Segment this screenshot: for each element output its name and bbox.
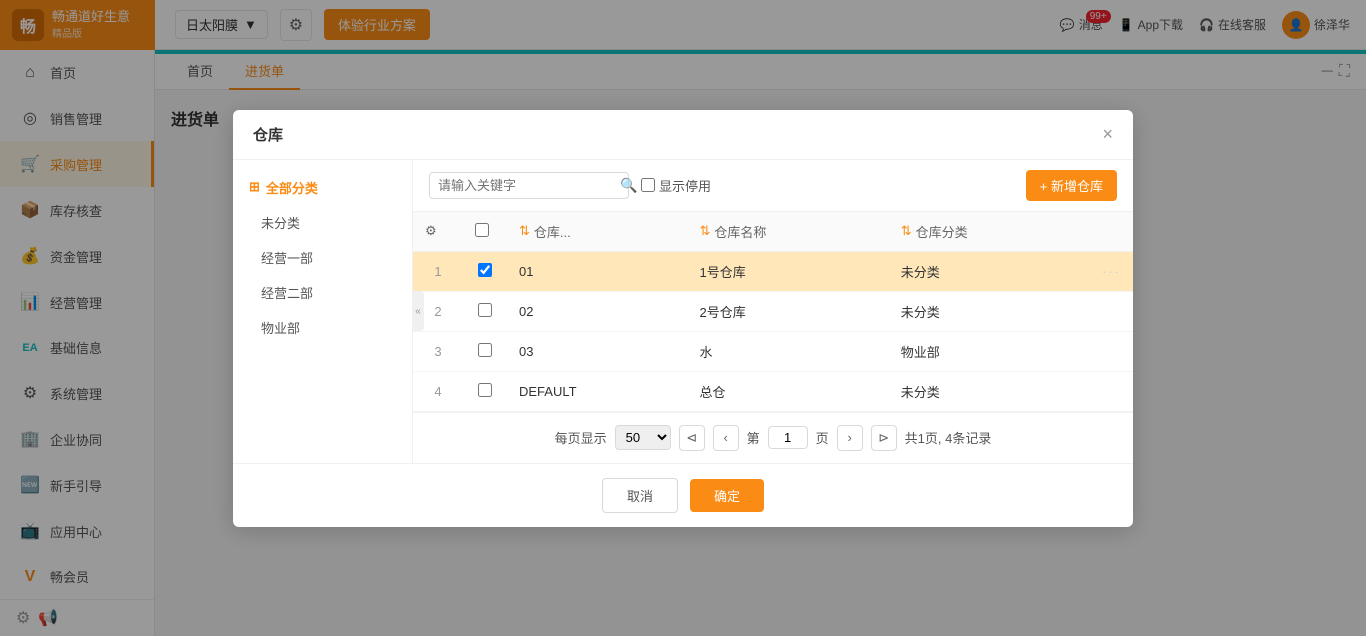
col-code-label: 仓库... — [534, 222, 571, 241]
search-input[interactable] — [438, 178, 614, 193]
col-category-label: 仓库分类 — [916, 222, 968, 241]
row-num: 3 — [413, 331, 463, 371]
warehouse-dialog: 仓库 × ⊞ 全部分类 未分类 经营一部 经营二部 物业部 — [233, 110, 1133, 527]
dialog-close-button[interactable]: × — [1102, 125, 1113, 143]
col-name-label: 仓库名称 — [714, 222, 766, 241]
col-category: ⇅ 仓库分类 — [889, 212, 1090, 252]
per-page-label: 每页显示 — [555, 428, 607, 447]
col-checkbox — [463, 212, 507, 252]
row-category: 未分类 — [889, 251, 1090, 291]
grid-icon: ⊞ — [249, 179, 260, 195]
collapse-panel-button[interactable]: « — [412, 291, 424, 331]
sort-icon2: ⇅ — [700, 223, 711, 239]
col-name: ⇅ 仓库名称 — [688, 212, 889, 252]
confirm-button[interactable]: 确定 — [690, 479, 764, 512]
prev-page-button[interactable]: ‹ — [713, 425, 739, 451]
page-summary: 共1页, 4条记录 — [905, 428, 992, 447]
show-disabled-checkbox[interactable] — [641, 178, 655, 192]
table-row[interactable]: 4 DEFAULT 总仓 未分类 — [413, 371, 1133, 411]
show-disabled-text: 显示停用 — [659, 176, 711, 195]
cancel-button[interactable]: 取消 — [602, 478, 678, 513]
page-label: 第 — [747, 428, 760, 447]
row-category: 未分类 — [889, 291, 1090, 331]
row-more[interactable] — [1090, 371, 1133, 411]
dialog-footer: 取消 确定 — [233, 463, 1133, 527]
row-checkbox[interactable] — [478, 383, 492, 397]
row-name: 水 — [688, 331, 889, 371]
row-checkbox[interactable] — [478, 303, 492, 317]
row-name: 1号仓库 — [688, 251, 889, 291]
last-page-button[interactable]: ⊳ — [871, 425, 897, 451]
show-disabled-label[interactable]: 显示停用 — [641, 176, 711, 195]
all-categories-item[interactable]: ⊞ 全部分类 — [233, 170, 412, 205]
category-label: 经营二部 — [261, 286, 313, 301]
row-more[interactable] — [1090, 291, 1133, 331]
sort-icon3: ⇅ — [901, 223, 912, 239]
row-name: 总仓 — [688, 371, 889, 411]
pagination: 每页显示 50 100 ⊲ ‹ 第 页 › ⊳ 共1页, 4条记录 — [413, 412, 1133, 463]
row-num: 1 — [413, 251, 463, 291]
col-settings: ⚙ — [413, 212, 463, 252]
all-categories-label: 全部分类 — [266, 178, 318, 197]
table-panel: 🔍 显示停用 + 新增仓库 ⚙ — [413, 160, 1133, 463]
category-label: 未分类 — [261, 216, 300, 231]
modal-overlay: 仓库 × ⊞ 全部分类 未分类 经营一部 经营二部 物业部 — [0, 0, 1366, 636]
search-icon: 🔍 — [620, 177, 637, 194]
row-checkbox[interactable] — [478, 263, 492, 277]
dialog-title: 仓库 — [253, 124, 283, 145]
category-item-property[interactable]: 物业部 — [233, 310, 412, 345]
row-checkbox-cell — [463, 331, 507, 371]
row-category: 未分类 — [889, 371, 1090, 411]
row-name: 2号仓库 — [688, 291, 889, 331]
row-checkbox-cell — [463, 291, 507, 331]
category-panel: ⊞ 全部分类 未分类 经营一部 经营二部 物业部 « — [233, 160, 413, 463]
col-code: ⇅ 仓库... — [507, 212, 688, 252]
page-unit: 页 — [816, 428, 829, 447]
table-toolbar: 🔍 显示停用 + 新增仓库 — [413, 160, 1133, 212]
row-more[interactable]: ··· — [1090, 251, 1133, 291]
row-num: 4 — [413, 371, 463, 411]
category-label: 经营一部 — [261, 251, 313, 266]
row-checkbox-cell — [463, 251, 507, 291]
per-page-select[interactable]: 50 100 — [615, 425, 671, 450]
table-row[interactable]: 3 03 水 物业部 — [413, 331, 1133, 371]
category-item-unclassified[interactable]: 未分类 — [233, 205, 412, 240]
next-page-button[interactable]: › — [837, 425, 863, 451]
row-code: DEFAULT — [507, 371, 688, 411]
warehouse-table: ⚙ ⇅ 仓库... ⇅ — [413, 212, 1133, 412]
row-code: 03 — [507, 331, 688, 371]
row-checkbox-cell — [463, 371, 507, 411]
dialog-header: 仓库 × — [233, 110, 1133, 160]
select-all-checkbox[interactable] — [475, 223, 489, 237]
table-row[interactable]: 1 01 1号仓库 未分类 ··· — [413, 251, 1133, 291]
category-label: 物业部 — [261, 321, 300, 336]
row-checkbox[interactable] — [478, 343, 492, 357]
sort-icon: ⇅ — [519, 223, 530, 239]
table-row[interactable]: 2 02 2号仓库 未分类 — [413, 291, 1133, 331]
new-warehouse-button[interactable]: + 新增仓库 — [1026, 170, 1117, 201]
first-page-button[interactable]: ⊲ — [679, 425, 705, 451]
row-more[interactable] — [1090, 331, 1133, 371]
dialog-body: ⊞ 全部分类 未分类 经营一部 经营二部 物业部 « — [233, 160, 1133, 463]
row-code: 01 — [507, 251, 688, 291]
page-number-input[interactable] — [768, 426, 808, 449]
category-item-dept2[interactable]: 经营二部 — [233, 275, 412, 310]
search-box: 🔍 — [429, 172, 629, 199]
row-code: 02 — [507, 291, 688, 331]
row-category: 物业部 — [889, 331, 1090, 371]
col-actions — [1090, 212, 1133, 252]
category-item-dept1[interactable]: 经营一部 — [233, 240, 412, 275]
